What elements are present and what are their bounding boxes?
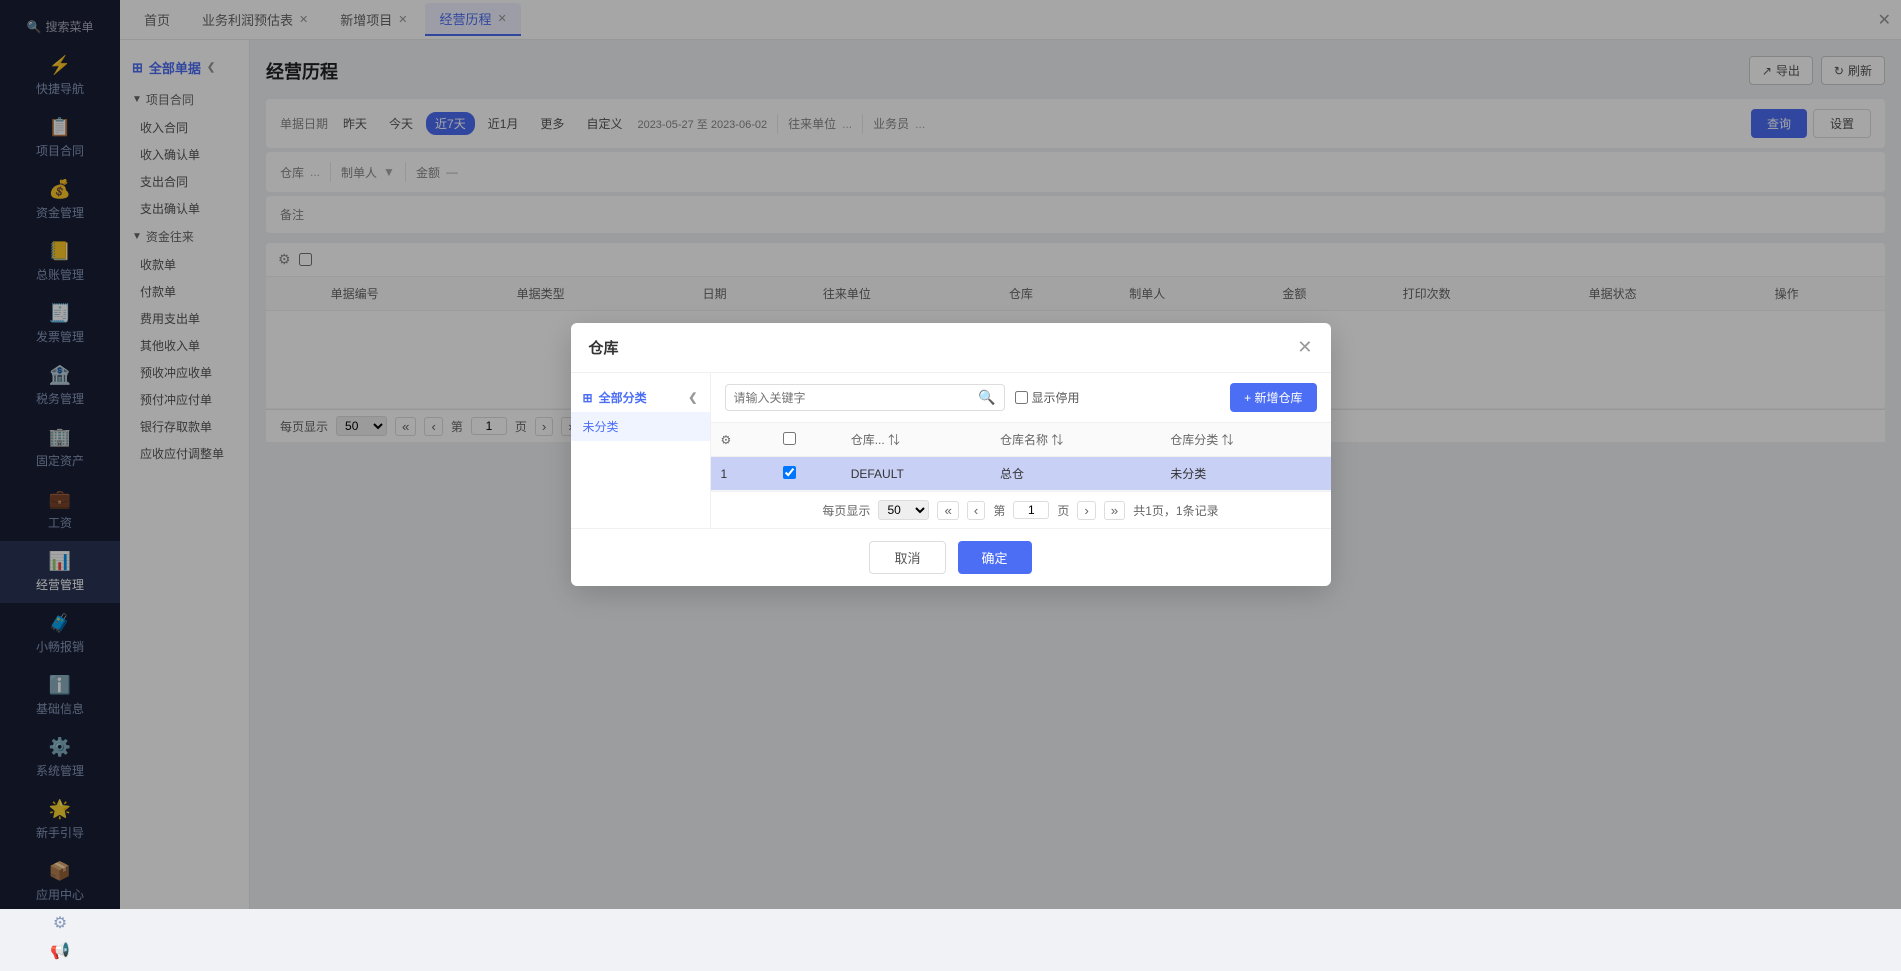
modal-all-categories[interactable]: ⊞ 全部分类 ❮	[571, 383, 710, 412]
modal-first-page-button[interactable]: «	[937, 501, 958, 520]
modal-prev-page-button[interactable]: ‹	[967, 501, 985, 520]
modal-sidebar-collapse-button[interactable]: ❮	[688, 391, 697, 404]
modal-col-settings: ⚙	[711, 423, 774, 457]
modal-select-all[interactable]	[783, 432, 796, 445]
modal-last-page-button[interactable]: »	[1104, 501, 1125, 520]
modal-toolbar: 🔍 显示停用 + 新增仓库	[711, 373, 1331, 423]
modal-search-input[interactable]	[734, 391, 973, 405]
modal-table-row[interactable]: 1 DEFAULT 总仓 未分类	[711, 457, 1331, 491]
show-disabled-checkbox-label[interactable]: 显示停用	[1015, 389, 1080, 406]
modal-cancel-button[interactable]: 取消	[869, 541, 945, 574]
modal-footer: 取消 确定	[571, 528, 1331, 586]
settings-icon[interactable]: ⚙	[53, 913, 67, 933]
modal-close-button[interactable]: ✕	[1297, 337, 1312, 358]
modal-col-checkbox	[773, 423, 840, 457]
modal-row-checkbox-cell	[773, 457, 840, 491]
grid-icon: ⊞	[583, 391, 593, 405]
modal-row-name: 总仓	[990, 457, 1160, 491]
modal-page-size-select[interactable]: 50 100	[878, 500, 929, 520]
modal-pagination: 每页显示 50 100 « ‹ 第 页 › » 共1页，1条记录	[711, 491, 1331, 528]
add-warehouse-button[interactable]: + 新增仓库	[1230, 383, 1316, 412]
modal-search-icon[interactable]: 🔍	[978, 389, 995, 406]
modal-next-page-button[interactable]: ›	[1077, 501, 1095, 520]
speaker-icon[interactable]: 📢	[50, 941, 70, 961]
show-disabled-checkbox[interactable]	[1015, 391, 1028, 404]
modal-row-index: 1	[711, 457, 774, 491]
modal-main: 🔍 显示停用 + 新增仓库 ⚙	[711, 373, 1331, 528]
modal-col-category[interactable]: 仓库分类 ⇅	[1160, 423, 1330, 457]
warehouse-modal: 仓库 ✕ ⊞ 全部分类 ❮ 未分类 🔍	[571, 323, 1331, 586]
sort-icon: ⇅	[1222, 433, 1234, 447]
modal-table: ⚙ 仓库... ⇅ 仓库名称 ⇅ 仓库分类 ⇅ 1 DEFA	[711, 423, 1331, 491]
modal-table-area: ⚙ 仓库... ⇅ 仓库名称 ⇅ 仓库分类 ⇅ 1 DEFA	[711, 423, 1331, 491]
modal-header: 仓库 ✕	[571, 323, 1331, 373]
modal-sidebar-item-uncategorized[interactable]: 未分类	[571, 412, 710, 441]
modal-title: 仓库	[589, 337, 619, 358]
modal-confirm-button[interactable]: 确定	[958, 541, 1032, 574]
sort-icon: ⇅	[1051, 433, 1063, 447]
modal-page-input[interactable]	[1013, 501, 1049, 519]
modal-search-box[interactable]: 🔍	[725, 384, 1005, 411]
modal-sidebar: ⊞ 全部分类 ❮ 未分类	[571, 373, 711, 528]
modal-col-name[interactable]: 仓库名称 ⇅	[990, 423, 1160, 457]
sort-icon: ⇅	[888, 433, 900, 447]
modal-overlay: 仓库 ✕ ⊞ 全部分类 ❮ 未分类 🔍	[0, 0, 1901, 909]
modal-row-checkbox[interactable]	[783, 466, 796, 479]
modal-col-no[interactable]: 仓库... ⇅	[841, 423, 990, 457]
modal-row-category: 未分类	[1160, 457, 1330, 491]
modal-row-no: DEFAULT	[841, 457, 990, 491]
modal-body: ⊞ 全部分类 ❮ 未分类 🔍 显示停用	[571, 373, 1331, 528]
